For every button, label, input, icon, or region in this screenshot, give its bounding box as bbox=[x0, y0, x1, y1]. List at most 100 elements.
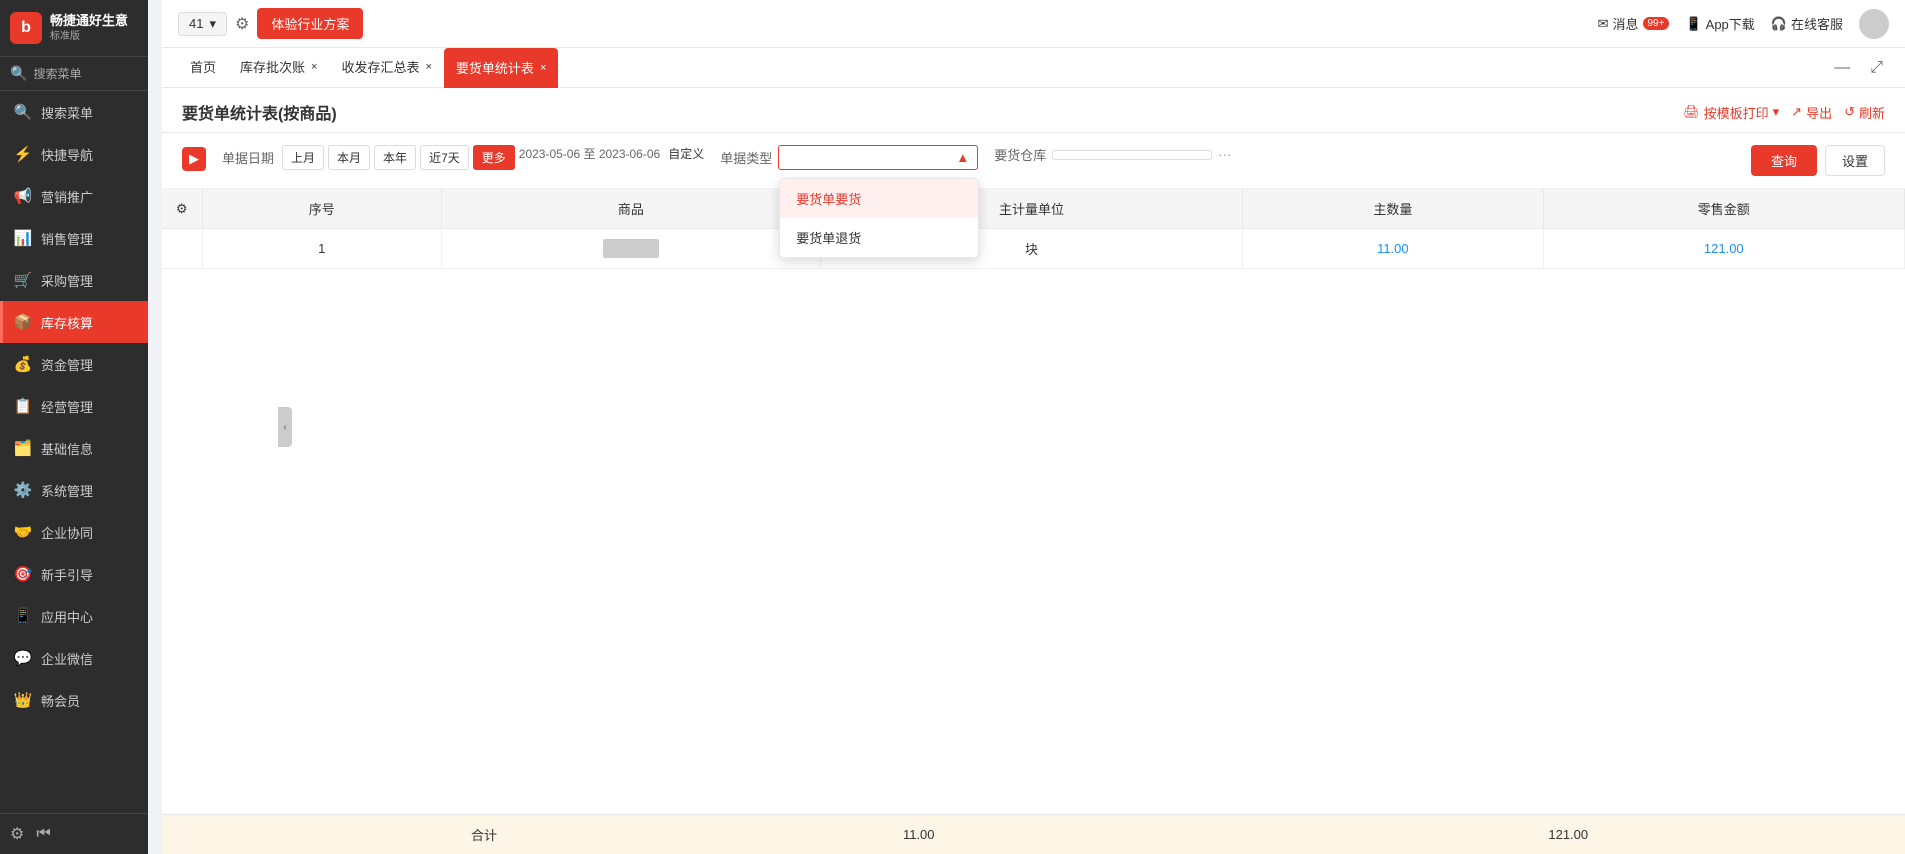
user-avatar[interactable] bbox=[1859, 9, 1889, 39]
dropdown-item-order-goods[interactable]: 要货单要货 bbox=[780, 179, 978, 218]
warehouse-label: 要货仓库 bbox=[994, 145, 1046, 164]
sidebar-item-search[interactable]: 🔍 搜索菜单 bbox=[0, 91, 148, 133]
this-month-btn[interactable]: 本月 bbox=[328, 145, 370, 170]
topbar-right: ✉ 消息 99+ 📱 App下载 🎧 在线客服 bbox=[1598, 9, 1889, 39]
footer-quantity: 11.00 bbox=[594, 827, 1244, 842]
online-service-item[interactable]: 🎧 在线客服 bbox=[1771, 14, 1843, 33]
td-quantity: 11.00 bbox=[1243, 229, 1543, 269]
custom-date-label[interactable]: 自定义 bbox=[668, 145, 704, 170]
tab-minimize-button[interactable]: — bbox=[1828, 57, 1856, 79]
sidebar-nav: 🔍 搜索菜单 ⚡ 快捷导航 📢 营销推广 📊 销售管理 🛒 采购管理 📦 库存核… bbox=[0, 91, 148, 813]
app-download-icon: 📱 bbox=[1685, 16, 1701, 32]
td-gear bbox=[162, 229, 202, 269]
sidebar-item-enterprise[interactable]: 🤝 企业协同 bbox=[0, 511, 148, 553]
filter-actions: 查询 设置 bbox=[1751, 145, 1885, 176]
trial-button[interactable]: 体验行业方案 bbox=[257, 8, 363, 39]
order-type-select[interactable]: ▲ 要货单要货 要货单退货 bbox=[778, 145, 978, 170]
filter-bar: ▶ 单据日期 上月 本月 本年 近7天 更多 2023-05-06 至 2023… bbox=[162, 133, 1905, 189]
date-range-text: 2023-05-06 至 2023-06-06 bbox=[519, 145, 660, 170]
refresh-button[interactable]: ↺ 刷新 bbox=[1844, 103, 1885, 122]
headset-icon: 🎧 bbox=[1771, 16, 1787, 32]
sidebar-item-inventory[interactable]: 📦 库存核算 bbox=[0, 301, 148, 343]
sidebar-search[interactable]: 🔍 搜索菜单 bbox=[0, 57, 148, 91]
page-title: 要货单统计表(按商品) bbox=[182, 100, 337, 124]
tab-receive-summary[interactable]: 收发存汇总表 × bbox=[329, 48, 443, 88]
nav-icon-funds: 💰 bbox=[13, 354, 33, 374]
tab-home[interactable]: 首页 bbox=[178, 48, 228, 88]
footer-total-label: 合计 bbox=[374, 825, 594, 844]
nav-icon-operations: 📋 bbox=[13, 396, 33, 416]
sidebar-collapse-button[interactable]: ‹ bbox=[278, 407, 292, 447]
last-7days-btn[interactable]: 近7天 bbox=[420, 145, 469, 170]
print-dropdown-icon[interactable]: ▾ bbox=[1773, 104, 1780, 120]
warehouse-select[interactable] bbox=[1052, 150, 1212, 160]
td-product bbox=[441, 229, 820, 269]
app-download-item[interactable]: 📱 App下载 bbox=[1685, 14, 1754, 33]
tab-close-order-stats[interactable]: × bbox=[540, 62, 546, 74]
message-item[interactable]: ✉ 消息 99+ bbox=[1598, 14, 1670, 33]
sidebar-item-funds[interactable]: 💰 资金管理 bbox=[0, 343, 148, 385]
filter-date-row: 单据日期 上月 本月 本年 近7天 更多 2023-05-06 至 2023-0… bbox=[222, 145, 704, 170]
th-product: 商品 bbox=[441, 189, 820, 229]
dropdown-item-order-return[interactable]: 要货单退货 bbox=[780, 218, 978, 257]
th-amount: 零售金额 bbox=[1543, 189, 1904, 229]
logo-icon: b bbox=[10, 12, 42, 44]
topbar: 41 ▾ ⚙ 体验行业方案 ✉ 消息 99+ 📱 App下载 🎧 在线客服 bbox=[162, 0, 1905, 48]
footer-amount: 121.00 bbox=[1244, 827, 1894, 842]
tab-expand-button[interactable]: ⤢ bbox=[1864, 57, 1889, 79]
data-table: ⚙ 序号 商品 主计量单位 主数量 零售金额 1 块 11.00 121.00 bbox=[162, 189, 1905, 269]
page-header: 要货单统计表(按商品) 🖨 按模板打印 ▾ ↗ 导出 ↺ 刷新 bbox=[162, 88, 1905, 133]
topbar-number: 41 bbox=[189, 16, 203, 31]
filter-warehouse: 要货仓库 ··· bbox=[994, 145, 1231, 164]
settings-icon[interactable]: ⚙ bbox=[10, 824, 24, 844]
td-amount: 121.00 bbox=[1543, 229, 1904, 269]
nav-icon-wechat: 💬 bbox=[13, 648, 33, 668]
sidebar-item-operations[interactable]: 📋 经营管理 bbox=[0, 385, 148, 427]
refresh-icon: ↺ bbox=[1844, 104, 1855, 120]
message-badge: 99+ bbox=[1643, 17, 1670, 30]
table-gear-icon[interactable]: ⚙ bbox=[176, 201, 188, 216]
warehouse-more-icon[interactable]: ··· bbox=[1218, 147, 1231, 162]
logo-text: 畅捷通好生意 标准版 bbox=[50, 13, 128, 43]
sidebar-item-purchase[interactable]: 🛒 采购管理 bbox=[0, 259, 148, 301]
filter-expand-button[interactable]: ▶ bbox=[182, 147, 206, 171]
nav-icon-inventory: 📦 bbox=[13, 312, 33, 332]
sidebar-item-system[interactable]: ⚙️ 系统管理 bbox=[0, 469, 148, 511]
query-button[interactable]: 查询 bbox=[1751, 145, 1817, 176]
sidebar-item-member[interactable]: 👑 畅会员 bbox=[0, 679, 148, 721]
filter-date-buttons: 上月 本月 本年 近7天 更多 2023-05-06 至 2023-06-06 … bbox=[282, 145, 704, 170]
nav-icon-search: 🔍 bbox=[13, 102, 33, 122]
topbar-gear-icon[interactable]: ⚙ bbox=[235, 14, 249, 34]
last-month-btn[interactable]: 上月 bbox=[282, 145, 324, 170]
sidebar-item-wechat[interactable]: 💬 企业微信 bbox=[0, 637, 148, 679]
tab-order-stats[interactable]: 要货单统计表 × bbox=[444, 48, 558, 88]
sidebar-item-marketing[interactable]: 📢 营销推广 bbox=[0, 175, 148, 217]
message-icon: ✉ bbox=[1598, 16, 1609, 32]
sidebar-item-quick-nav[interactable]: ⚡ 快捷导航 bbox=[0, 133, 148, 175]
topbar-dropdown-icon[interactable]: ▾ bbox=[209, 16, 216, 32]
sidebar-item-sales[interactable]: 📊 销售管理 bbox=[0, 217, 148, 259]
print-button[interactable]: 🖨 按模板打印 ▾ bbox=[1683, 103, 1779, 122]
topbar-left: 41 ▾ ⚙ 体验行业方案 bbox=[178, 8, 1586, 39]
this-year-btn[interactable]: 本年 bbox=[374, 145, 416, 170]
more-dates-btn[interactable]: 更多 bbox=[473, 145, 515, 170]
topbar-number-tag: 41 ▾ bbox=[178, 12, 227, 36]
collapse-icon[interactable]: ⏮ bbox=[36, 825, 50, 843]
th-no: 序号 bbox=[202, 189, 441, 229]
tab-close-inventory-batch[interactable]: × bbox=[311, 61, 317, 73]
export-button[interactable]: ↗ 导出 bbox=[1791, 103, 1832, 122]
sidebar-bottom: ⚙ ⏮ bbox=[0, 813, 148, 854]
table-row: 1 块 11.00 121.00 bbox=[162, 229, 1905, 269]
print-icon: 🖨 bbox=[1683, 104, 1700, 120]
settings-button[interactable]: 设置 bbox=[1825, 145, 1885, 176]
table-container: ⚙ 序号 商品 主计量单位 主数量 零售金额 1 块 11.00 121.00 bbox=[162, 189, 1905, 814]
sidebar-item-guide[interactable]: 🎯 新手引导 bbox=[0, 553, 148, 595]
sidebar-item-app-center[interactable]: 📱 应用中心 bbox=[0, 595, 148, 637]
th-gear: ⚙ bbox=[162, 189, 202, 229]
nav-icon-system: ⚙️ bbox=[13, 480, 33, 500]
tab-close-receive-summary[interactable]: × bbox=[425, 61, 431, 73]
sidebar-item-basic[interactable]: 🗂️ 基础信息 bbox=[0, 427, 148, 469]
tab-inventory-batch[interactable]: 库存批次账 × bbox=[228, 48, 329, 88]
nav-icon-marketing: 📢 bbox=[13, 186, 33, 206]
nav-icon-enterprise: 🤝 bbox=[13, 522, 33, 542]
